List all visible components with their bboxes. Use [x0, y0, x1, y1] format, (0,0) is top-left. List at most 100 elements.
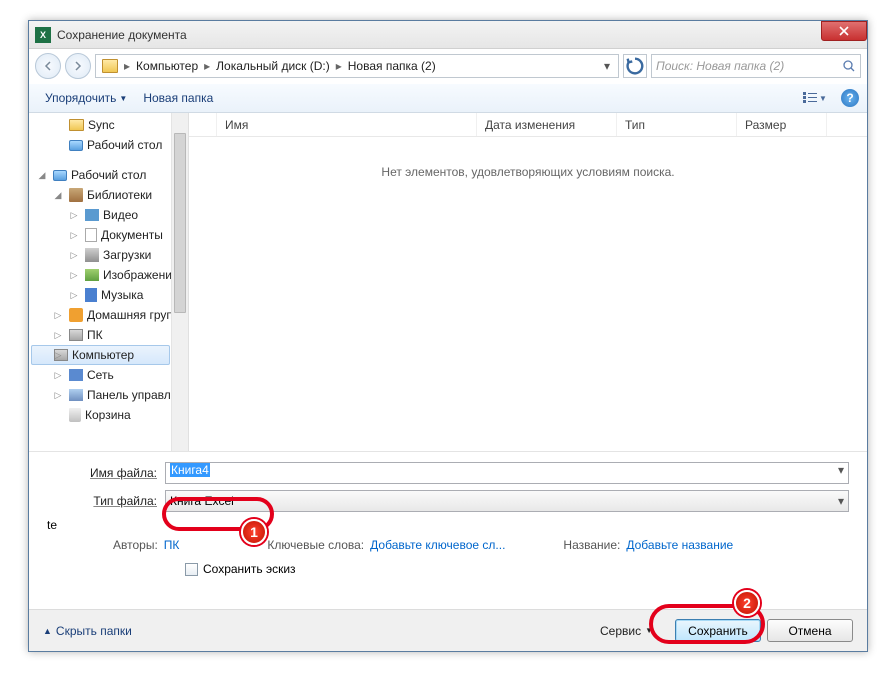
title-label: Название:: [563, 538, 620, 552]
homegroup-icon: [69, 308, 83, 322]
filetype-value: Книга Excel: [170, 494, 234, 508]
crumb-folder[interactable]: Новая папка (2): [344, 59, 440, 73]
pc-icon: [69, 329, 83, 341]
thumbnail-label: Сохранить эскиз: [203, 562, 296, 576]
expander-icon[interactable]: ▷: [69, 270, 79, 281]
folder-icon: [69, 119, 84, 131]
col-size[interactable]: Размер: [737, 113, 827, 136]
chevron-down-icon[interactable]: ▾: [838, 463, 844, 477]
save-dialog: X Сохранение документа ▸ Компьютер ▸ Лок…: [28, 20, 868, 652]
chevron-down-icon: ▼: [119, 94, 127, 103]
tree-music[interactable]: ▷Музыка: [29, 285, 188, 305]
expander-icon[interactable]: ▷: [53, 310, 63, 321]
refresh-icon: [624, 55, 646, 77]
expander-icon[interactable]: ▷: [69, 210, 79, 221]
authors-value[interactable]: ПК: [164, 538, 180, 552]
tree-recyclebin[interactable]: Корзина: [29, 405, 188, 425]
hide-folders-button[interactable]: ▲ Скрыть папки: [43, 624, 132, 638]
thumbnail-checkbox[interactable]: [185, 563, 198, 576]
chevron-right-icon: ▸: [122, 59, 132, 73]
expander-icon[interactable]: ▷: [69, 230, 79, 241]
file-listing: Имя Дата изменения Тип Размер Нет элемен…: [189, 113, 867, 451]
back-button[interactable]: [35, 53, 61, 79]
network-icon: [69, 369, 83, 381]
expander-icon[interactable]: ▷: [53, 350, 63, 361]
col-name[interactable]: Имя: [217, 113, 477, 136]
expander-icon[interactable]: ▷: [69, 290, 79, 301]
help-button[interactable]: ?: [841, 89, 859, 107]
keywords-value[interactable]: Добавьте ключевое сл...: [370, 538, 505, 552]
body-split: Sync Рабочий стол ◢Рабочий стол ◢Библиот…: [29, 113, 867, 451]
navbar: ▸ Компьютер ▸ Локальный диск (D:) ▸ Нова…: [29, 49, 867, 83]
col-modified[interactable]: Дата изменения: [477, 113, 617, 136]
scrollbar-thumb[interactable]: [174, 133, 186, 313]
close-icon: [839, 26, 849, 36]
title-value[interactable]: Добавьте название: [626, 538, 733, 552]
tree-controlpanel[interactable]: ▷Панель управле: [29, 385, 188, 405]
music-icon: [85, 288, 97, 302]
cancel-button[interactable]: Отмена: [767, 619, 853, 642]
tree-scrollbar[interactable]: [171, 113, 188, 451]
save-form: Имя файла: Книга4 ▾ Тип файла: Книга Exc…: [29, 451, 867, 580]
excel-icon: X: [35, 27, 51, 43]
tree-sync[interactable]: Sync: [29, 115, 188, 135]
toolbar: Упорядочить ▼ Новая папка ▼ ?: [29, 83, 867, 113]
breadcrumb-dropdown[interactable]: ▾: [598, 59, 616, 73]
breadcrumb[interactable]: ▸ Компьютер ▸ Локальный диск (D:) ▸ Нова…: [95, 54, 619, 78]
tree-desktop-root[interactable]: ◢Рабочий стол: [29, 165, 188, 185]
filename-label: Имя файла:: [47, 466, 165, 480]
tree-homegroup[interactable]: ▷Домашняя групп: [29, 305, 188, 325]
expander-icon[interactable]: ▷: [53, 390, 63, 401]
expander-icon[interactable]: ◢: [37, 170, 47, 181]
forward-button[interactable]: [65, 53, 91, 79]
desktop-icon: [69, 140, 83, 151]
new-folder-button[interactable]: Новая папка: [135, 87, 221, 109]
tree-downloads[interactable]: ▷Загрузки: [29, 245, 188, 265]
service-button[interactable]: Сервис ▼: [600, 624, 653, 638]
expander-icon[interactable]: ▷: [69, 250, 79, 261]
tree-documents[interactable]: ▷Документы: [29, 225, 188, 245]
refresh-button[interactable]: [623, 54, 647, 78]
organize-button[interactable]: Упорядочить ▼: [37, 87, 135, 109]
col-type[interactable]: Тип: [617, 113, 737, 136]
filetype-combo[interactable]: Книга Excel ▾: [165, 490, 849, 512]
crumb-computer[interactable]: Компьютер: [132, 59, 202, 73]
tree-computer[interactable]: ▷Компьютер: [31, 345, 170, 365]
tree-pc[interactable]: ▷ПК: [29, 325, 188, 345]
nav-tree[interactable]: Sync Рабочий стол ◢Рабочий стол ◢Библиот…: [29, 113, 189, 451]
recyclebin-icon: [69, 408, 81, 422]
col-icon[interactable]: [189, 113, 217, 136]
tree-desktop[interactable]: Рабочий стол: [29, 135, 188, 155]
tree-libraries[interactable]: ◢Библиотеки: [29, 185, 188, 205]
empty-message: Нет элементов, удовлетворяющих условиям …: [189, 137, 867, 179]
chevron-down-icon: ▼: [819, 94, 827, 103]
expander-icon[interactable]: ▷: [53, 370, 63, 381]
close-button[interactable]: [821, 21, 867, 41]
expander-icon[interactable]: ◢: [53, 190, 63, 201]
library-icon: [69, 188, 83, 202]
view-icon: [803, 92, 817, 104]
arrow-left-icon: [42, 60, 54, 72]
tree-video[interactable]: ▷Видео: [29, 205, 188, 225]
search-input[interactable]: Поиск: Новая папка (2): [651, 54, 861, 78]
filename-input[interactable]: Книга4 ▾: [165, 462, 849, 484]
download-icon: [85, 248, 99, 262]
chevron-down-icon: ▼: [645, 626, 653, 635]
chevron-right-icon: ▸: [202, 59, 212, 73]
folder-icon: [102, 59, 118, 73]
tree-network[interactable]: ▷Сеть: [29, 365, 188, 385]
expander-icon[interactable]: ▷: [53, 330, 63, 341]
titlebar: X Сохранение документа: [29, 21, 867, 49]
document-icon: [85, 228, 97, 242]
chevron-up-icon: ▲: [43, 626, 52, 636]
view-button[interactable]: ▼: [797, 88, 833, 108]
crumb-drive[interactable]: Локальный диск (D:): [212, 59, 334, 73]
video-icon: [85, 209, 99, 221]
filename-value: Книга4: [170, 463, 210, 477]
tree-images[interactable]: ▷Изображения: [29, 265, 188, 285]
save-button[interactable]: Сохранить: [675, 619, 761, 642]
arrow-right-icon: [72, 60, 84, 72]
image-icon: [85, 269, 99, 281]
desktop-icon: [53, 170, 67, 181]
chevron-right-icon: ▸: [334, 59, 344, 73]
